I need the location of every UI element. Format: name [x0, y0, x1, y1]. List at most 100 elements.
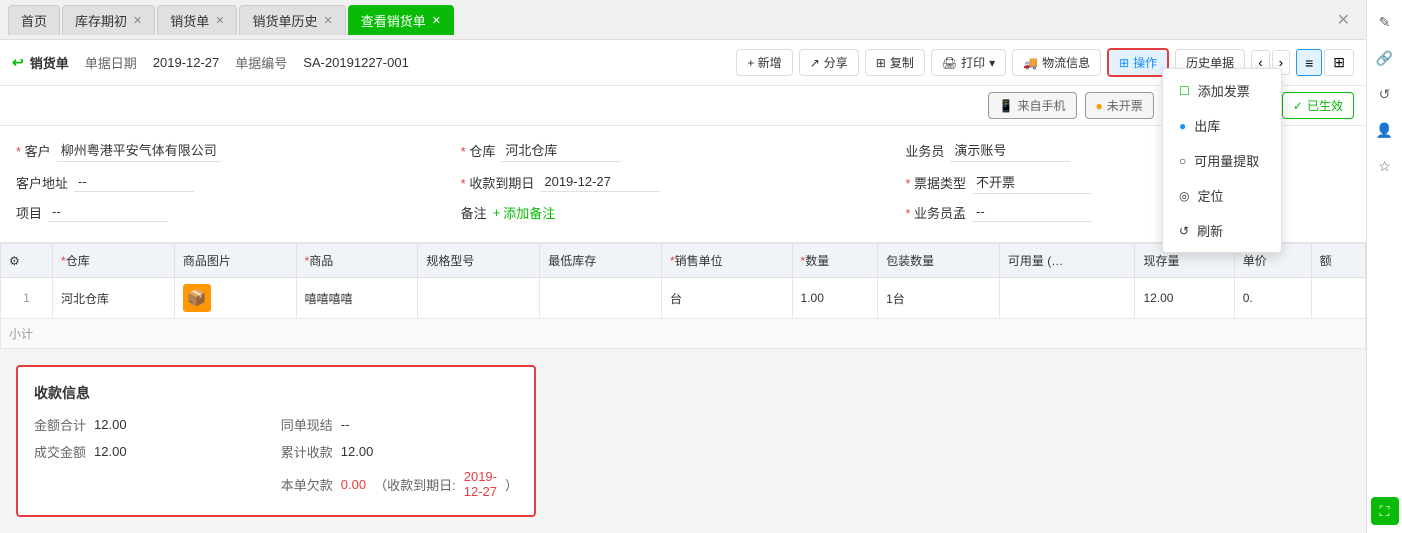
- window-close-button[interactable]: ✕: [1329, 10, 1358, 30]
- tab-home-label: 首页: [21, 11, 47, 30]
- right-sidebar: ✎ 🔗 ↺ 👤 ☆ ⛶: [1366, 0, 1402, 533]
- print-icon: 🖨: [942, 56, 957, 70]
- sidebar-refresh-icon[interactable]: ↺: [1371, 80, 1399, 108]
- deal-amount-label: 成交金额: [34, 442, 86, 461]
- add-note-label: 添加备注: [503, 203, 555, 222]
- tab-home[interactable]: 首页: [8, 5, 60, 35]
- copy-button[interactable]: ⊞ 复制: [865, 49, 925, 76]
- tab-sales[interactable]: 销货单 ✕: [157, 5, 237, 35]
- cell-product[interactable]: 嘻嘻嘻嘻: [296, 278, 418, 319]
- sidebar-expand-icon[interactable]: ⛶: [1371, 497, 1399, 525]
- tab-view-sales[interactable]: 查看销货单 ✕: [348, 5, 454, 35]
- tab-inventory[interactable]: 库存期初 ✕: [62, 5, 155, 35]
- number-value[interactable]: SA-20191227-001: [303, 55, 409, 70]
- footer-info-box: 收款信息 金额合计 12.00 同单现结 -- 成交金额 12.00 累计收款 …: [16, 365, 536, 517]
- cell-warehouse[interactable]: 河北仓库: [53, 278, 175, 319]
- cell-min-stock: [540, 278, 662, 319]
- col-spec: 规格型号: [418, 244, 540, 278]
- col-product-label: 商品: [309, 254, 333, 268]
- staff-field: 业务员 演示账号: [905, 138, 1350, 162]
- not-open-ticket-button[interactable]: ● 未开票: [1085, 92, 1154, 119]
- tab-view-sales-close[interactable]: ✕: [432, 14, 441, 27]
- add-note-button[interactable]: + 添加备注: [493, 203, 556, 222]
- tab-inventory-close[interactable]: ✕: [133, 14, 142, 27]
- note-field: 备注 + 添加备注: [461, 203, 906, 222]
- address-value[interactable]: --: [74, 172, 194, 192]
- outbound-item[interactable]: ● 出库: [1163, 108, 1281, 143]
- refresh-item[interactable]: ↺ 刷新: [1163, 213, 1281, 248]
- refresh-dropdown-icon: ↺: [1179, 224, 1189, 238]
- col-settings[interactable]: ⚙: [1, 244, 53, 278]
- customer-label: 客户: [16, 141, 51, 160]
- grid-view-button[interactable]: ⊞: [1324, 49, 1354, 76]
- due-date-value[interactable]: 2019-12-27: [540, 172, 660, 192]
- col-available: 可用量 (…: [999, 244, 1135, 278]
- tab-sales-history[interactable]: 销货单历史 ✕: [239, 5, 345, 35]
- circle-icon: ●: [1096, 99, 1103, 113]
- logistics-button[interactable]: 🚚 物流信息: [1012, 49, 1101, 76]
- tab-sales-history-close[interactable]: ✕: [324, 14, 333, 27]
- tab-view-sales-label: 查看销货单: [361, 11, 426, 30]
- due-note: （收款到期日:: [374, 475, 456, 494]
- col-amount: 额: [1311, 244, 1365, 278]
- form-row-3: 项目 -- 备注 + 添加备注 业务员孟 --: [16, 202, 1350, 222]
- tab-inventory-label: 库存期初: [75, 11, 127, 30]
- ticket-type-value[interactable]: 不开票: [972, 170, 1092, 194]
- print-button[interactable]: 🖨 打印 ▾: [931, 49, 1006, 76]
- sidebar-edit-icon[interactable]: ✎: [1371, 8, 1399, 36]
- form-row-2: 客户地址 -- 收款到期日 2019-12-27 票据类型 不开票: [16, 170, 1350, 194]
- col-product: *商品: [296, 244, 418, 278]
- footer-grid: 金额合计 12.00 同单现结 -- 成交金额 12.00 累计收款 12.00…: [34, 415, 518, 499]
- tab-sales-close[interactable]: ✕: [215, 14, 224, 27]
- project-value[interactable]: --: [48, 202, 168, 222]
- available-qty-item[interactable]: ○ 可用量提取: [1163, 143, 1281, 178]
- print-arrow: ▾: [989, 56, 995, 70]
- date-value[interactable]: 2019-12-27: [153, 55, 220, 70]
- sidebar-star-icon[interactable]: ☆: [1371, 152, 1399, 180]
- note-label: 备注: [461, 203, 487, 222]
- sidebar-link-icon[interactable]: 🔗: [1371, 44, 1399, 72]
- col-product-img: 商品图片: [174, 244, 296, 278]
- add-invoice-item[interactable]: ☐ 添加发票: [1163, 73, 1281, 108]
- col-product-img-label: 商品图片: [183, 254, 231, 268]
- col-min-stock-label: 最低库存: [548, 254, 596, 268]
- footer-area: 收款信息 金额合计 12.00 同单现结 -- 成交金额 12.00 累计收款 …: [0, 349, 1366, 533]
- locate-item[interactable]: ◎ 定位: [1163, 178, 1281, 213]
- outbound-icon: ●: [1179, 119, 1186, 133]
- col-available-label: 可用量 (…: [1008, 254, 1063, 268]
- col-warehouse: *仓库: [53, 244, 175, 278]
- table-row: 1 河北仓库 📦 嘻嘻嘻嘻 台 1.00 1台 12.00 0.: [1, 278, 1366, 319]
- from-phone-button[interactable]: 📱 来自手机: [988, 92, 1077, 119]
- tab-sales-label: 销货单: [170, 11, 209, 30]
- cell-unit-price: 0.: [1234, 278, 1311, 319]
- operation-dropdown: ☐ 添加发票 ● 出库 ○ 可用量提取 ◎ 定位 ↺ 刷新: [1162, 68, 1282, 253]
- effective-label: 已生效: [1307, 97, 1343, 114]
- ticket-type-label: 票据类型: [905, 173, 966, 192]
- table-container: ⚙ *仓库 商品图片 *商品 规格型号 最低库存 *销售单位 *数量 包装数量 …: [0, 243, 1366, 349]
- sidebar-user-icon[interactable]: 👤: [1371, 116, 1399, 144]
- products-table: ⚙ *仓库 商品图片 *商品 规格型号 最低库存 *销售单位 *数量 包装数量 …: [0, 243, 1366, 349]
- print-label: 打印: [961, 54, 985, 71]
- same-settlement-value: --: [341, 417, 350, 432]
- share-icon: ↗: [810, 56, 820, 70]
- staff2-value[interactable]: --: [972, 202, 1092, 222]
- effective-check-icon: ✓: [1293, 99, 1303, 113]
- operation-button[interactable]: ⊞ 操作: [1107, 48, 1169, 77]
- subtotal-row: 小计: [1, 319, 1366, 349]
- locate-icon: ◎: [1179, 189, 1189, 203]
- warehouse-value[interactable]: 河北仓库: [501, 138, 621, 162]
- ticket-type-field: 票据类型 不开票: [905, 170, 1350, 194]
- staff-value[interactable]: 演示账号: [950, 138, 1070, 162]
- effective-button[interactable]: ✓ 已生效: [1282, 92, 1354, 119]
- doc-title-icon: ↩: [12, 54, 24, 71]
- subtotal-text: 小计: [9, 327, 33, 341]
- new-button[interactable]: + 新增: [736, 49, 792, 76]
- customer-value[interactable]: 柳州粤港平安气体有限公司: [57, 138, 221, 162]
- list-view-button[interactable]: ≡: [1296, 49, 1322, 76]
- invoice-icon: ☐: [1179, 84, 1190, 98]
- col-quantity: *数量: [792, 244, 878, 278]
- cell-spec: [418, 278, 540, 319]
- col-pack-qty-label: 包装数量: [886, 254, 934, 268]
- share-button[interactable]: ↗ 分享: [799, 49, 859, 76]
- truck-icon: 🚚: [1023, 56, 1038, 70]
